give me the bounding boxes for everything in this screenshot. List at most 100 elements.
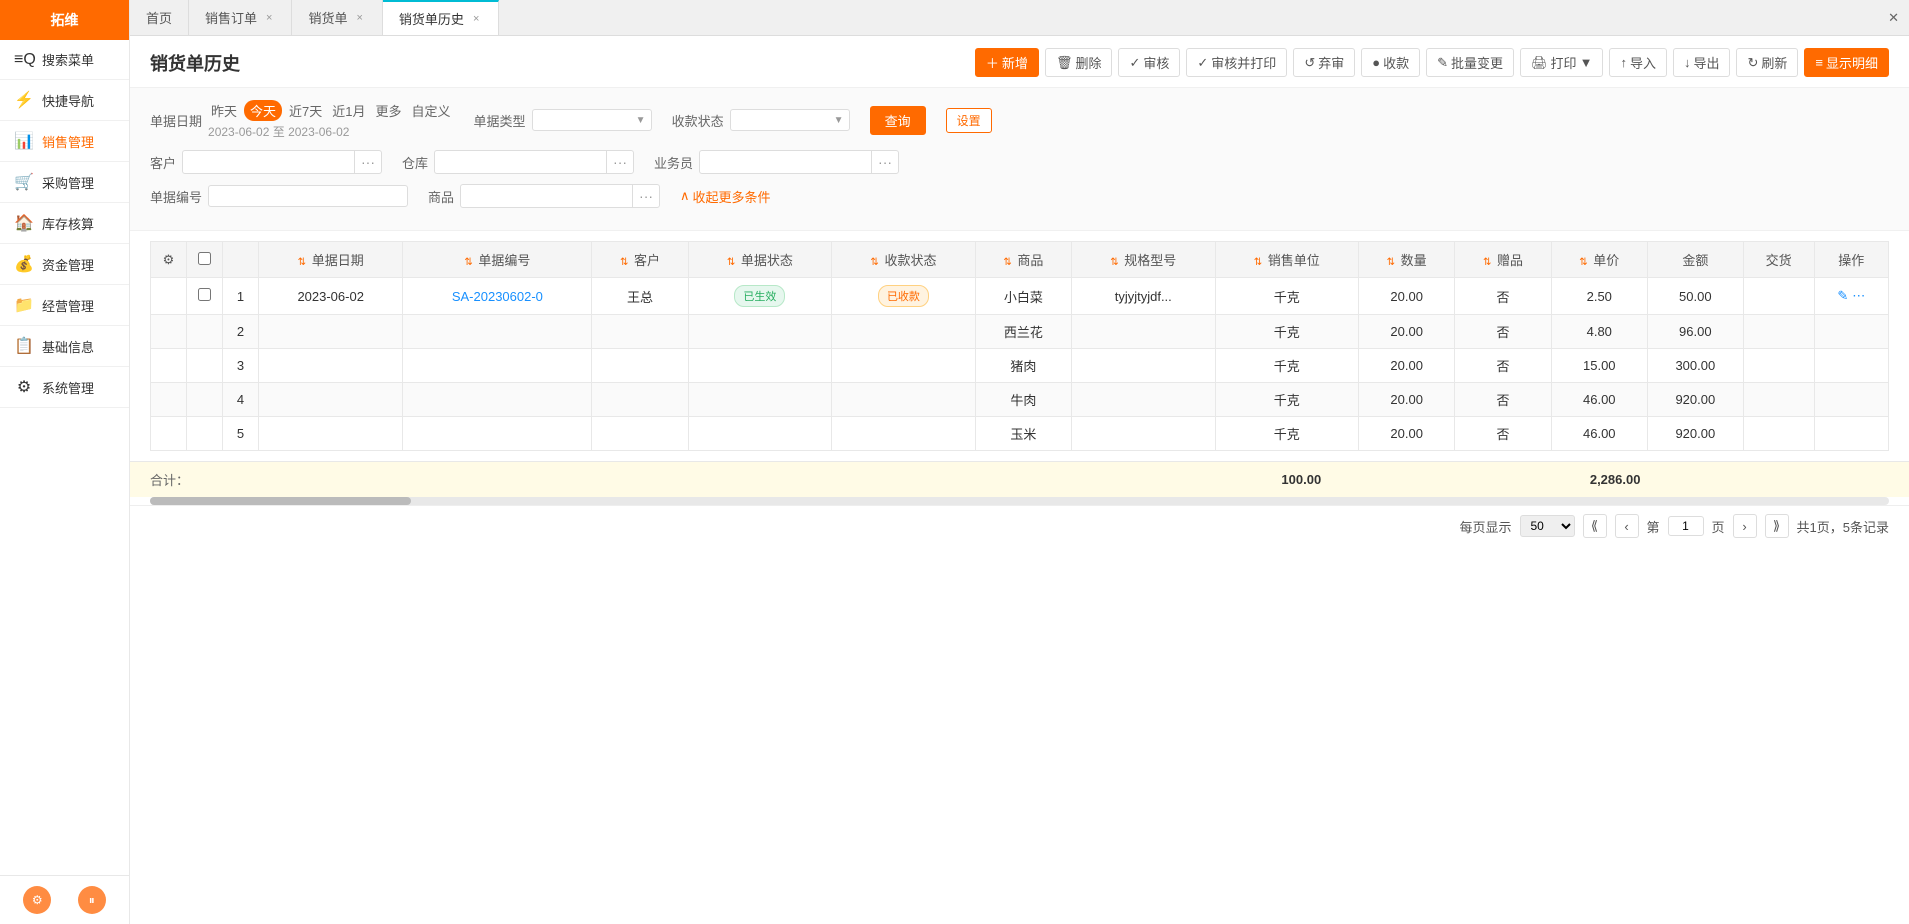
tab-sales-order-close[interactable]: × (263, 11, 275, 25)
row-gift-cell: 否 (1455, 383, 1551, 417)
table-row[interactable]: 2 西兰花 千克 20.00 否 4.80 96.00 (151, 315, 1889, 349)
receive-button[interactable]: ● 收款 (1361, 48, 1420, 77)
status-badge: 已生效 (734, 285, 785, 307)
page-label: 第 (1647, 517, 1660, 536)
new-button[interactable]: ＋ 新增 (975, 48, 1039, 77)
row-more-icon[interactable]: ⋯ (1852, 288, 1865, 303)
row-unit-price-cell: 4.80 (1551, 315, 1647, 349)
sidebar-bottom-btn-right[interactable]: ⏸ (78, 886, 106, 914)
gift-col-header[interactable]: ⇅ 赠品 (1455, 242, 1551, 278)
tab-sales-order[interactable]: 销售订单 × (189, 0, 292, 35)
sidebar-item-inventory[interactable]: 🏠 库存核算 (0, 203, 129, 244)
date-7days-btn[interactable]: 近7天 (286, 100, 325, 121)
import-button[interactable]: ↑ 导入 (1609, 48, 1667, 77)
goods-input[interactable] (461, 186, 632, 206)
date-custom-btn[interactable]: 自定义 (409, 100, 454, 121)
goods-ellipsis-icon[interactable]: ··· (632, 185, 659, 207)
payment-status-col-header[interactable]: ⇅ 收款状态 (832, 242, 976, 278)
select-all-checkbox[interactable] (198, 252, 211, 265)
row-qty-cell: 20.00 (1359, 315, 1455, 349)
sidebar-item-basic-info[interactable]: 📋 基础信息 (0, 326, 129, 367)
warehouse-ellipsis-icon[interactable]: ··· (606, 151, 633, 173)
page-number-input[interactable] (1668, 516, 1704, 536)
sidebar-item-system-mgmt[interactable]: ⚙ 系统管理 (0, 367, 129, 408)
query-button[interactable]: 查询 (870, 106, 926, 135)
payment-status-select-wrapper: ▼ (730, 109, 850, 131)
abandon-button[interactable]: ↺ 弃审 (1293, 48, 1355, 77)
table-row[interactable]: 5 玉米 千克 20.00 否 46.00 920.00 (151, 417, 1889, 451)
spec-model-col-header[interactable]: ⇅ 规格型号 (1072, 242, 1216, 278)
sidebar-item-search-menu[interactable]: ≡Q 搜索菜单 (0, 40, 129, 80)
tab-sales-delivery[interactable]: 销货单 × (292, 0, 382, 35)
date-1month-btn[interactable]: 近1月 (329, 100, 368, 121)
sidebar-item-sales-mgmt[interactable]: 📊 销售管理 (0, 121, 129, 162)
staff-ellipsis-icon[interactable]: ··· (871, 151, 898, 173)
collapse-conditions-btn[interactable]: ∧ 收起更多条件 (680, 187, 771, 206)
sidebar-bottom-btn-left[interactable]: ⚙ (23, 886, 51, 914)
qty-col-header[interactable]: ⇅ 数量 (1359, 242, 1455, 278)
customer-col-header[interactable]: ⇅ 客户 (592, 242, 688, 278)
doc-type-select[interactable] (532, 109, 652, 131)
payment-status-select[interactable] (730, 109, 850, 131)
table-row[interactable]: 3 猪肉 千克 20.00 否 15.00 300.00 (151, 349, 1889, 383)
tab-home[interactable]: 首页 (130, 0, 189, 35)
last-page-btn[interactable]: ⟫ (1765, 514, 1789, 538)
window-close-btn[interactable]: ✕ (1888, 10, 1899, 26)
print-button[interactable]: 🖨 打印 ▼ (1520, 48, 1603, 77)
row-edit-icon[interactable]: ✎ (1837, 288, 1848, 303)
row-doc-no-cell[interactable]: SA-20230602-0 (403, 278, 592, 315)
doc-no-input[interactable] (208, 185, 408, 207)
row-doc-no-cell[interactable] (403, 417, 592, 451)
horizontal-scrollbar[interactable] (150, 497, 1889, 505)
row-checkbox[interactable] (198, 288, 211, 301)
table-row[interactable]: 4 牛肉 千克 20.00 否 46.00 920.00 (151, 383, 1889, 417)
table-header-row: ⚙ ⇅ 单据日期 ⇅ 单据编号 (151, 242, 1889, 278)
import-icon: ↑ (1620, 55, 1627, 70)
row-doc-no-cell[interactable] (403, 349, 592, 383)
batch-change-button[interactable]: ✎ 批量变更 (1426, 48, 1514, 77)
print-icon: 🖨 (1531, 55, 1548, 71)
audit-print-button[interactable]: ✓ 审核并打印 (1186, 48, 1287, 77)
gear-settings-icon[interactable]: ⚙ (163, 252, 175, 267)
refresh-icon: ↻ (1747, 55, 1758, 71)
table-row[interactable]: 1 2023-06-02 SA-20230602-0 王总 已生效 已收款 小白… (151, 278, 1889, 315)
doc-date-col-header[interactable]: ⇅ 单据日期 (259, 242, 403, 278)
unit-price-col-header[interactable]: ⇅ 单价 (1551, 242, 1647, 278)
tab-sales-delivery-close[interactable]: × (353, 11, 365, 25)
staff-input[interactable] (700, 152, 871, 172)
tab-sales-history-close[interactable]: × (470, 12, 482, 26)
tab-sales-history[interactable]: 销货单历史 × (383, 0, 499, 35)
row-payment-status-cell (832, 417, 976, 451)
sidebar-item-purchase-mgmt[interactable]: 🛒 采购管理 (0, 162, 129, 203)
date-today-btn[interactable]: 今天 (244, 100, 282, 121)
goods-col-header[interactable]: ⇅ 商品 (975, 242, 1071, 278)
prev-page-btn[interactable]: ‹ (1615, 514, 1639, 538)
sidebar-item-finance[interactable]: 💰 资金管理 (0, 244, 129, 285)
audit-button[interactable]: ✓ 审核 (1118, 48, 1180, 77)
next-page-btn[interactable]: › (1733, 514, 1757, 538)
action-col-header: 操作 (1814, 242, 1888, 278)
first-page-btn[interactable]: ⟪ (1583, 514, 1607, 538)
customer-input[interactable] (183, 152, 354, 172)
customer-ellipsis-icon[interactable]: ··· (354, 151, 381, 173)
footer-cells: 100.00 2,286.00 (209, 472, 1889, 487)
row-doc-no-cell[interactable] (403, 383, 592, 417)
settings-button[interactable]: 设置 (946, 108, 992, 133)
row-sales-unit-cell: 千克 (1215, 417, 1359, 451)
date-yesterday-btn[interactable]: 昨天 (208, 100, 240, 121)
row-doc-no-cell[interactable] (403, 315, 592, 349)
doc-no-col-header[interactable]: ⇅ 单据编号 (403, 242, 592, 278)
delete-button[interactable]: 🗑 删除 (1045, 48, 1113, 77)
row-gear-cell (151, 383, 187, 417)
refresh-button[interactable]: ↻ 刷新 (1736, 48, 1798, 77)
show-detail-button[interactable]: ≡ 显示明细 (1804, 48, 1889, 77)
date-more-btn[interactable]: 更多 (373, 100, 405, 121)
page-size-select[interactable]: 50 100 (1520, 515, 1575, 537)
staff-filter-group: 业务员 ··· (654, 150, 899, 174)
sidebar-item-quick-nav[interactable]: ⚡ 快捷导航 (0, 80, 129, 121)
export-button[interactable]: ↓ 导出 (1673, 48, 1731, 77)
sidebar-item-operations[interactable]: 📁 经营管理 (0, 285, 129, 326)
doc-status-col-header[interactable]: ⇅ 单据状态 (688, 242, 832, 278)
sales-unit-col-header[interactable]: ⇅ 销售单位 (1215, 242, 1359, 278)
warehouse-input[interactable] (435, 152, 606, 172)
